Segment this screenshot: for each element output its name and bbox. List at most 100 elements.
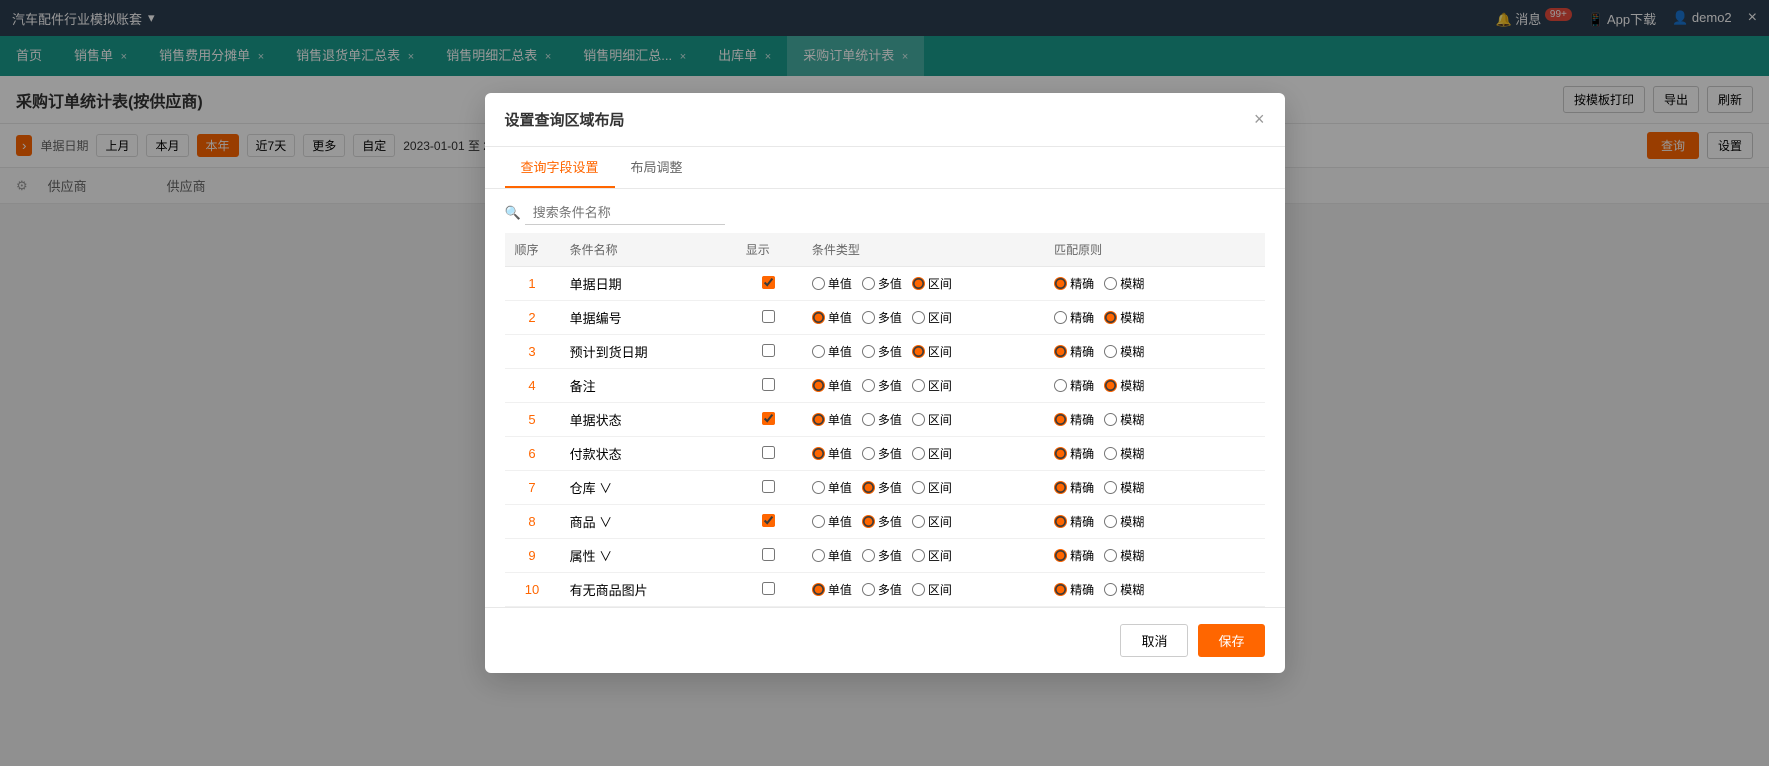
type-radio-label[interactable]: 多值 [862, 377, 902, 394]
type-radio-label[interactable]: 区间 [912, 377, 952, 394]
display-checkbox[interactable] [762, 276, 775, 289]
type-radio-label[interactable]: 区间 [912, 309, 952, 326]
type-radio-label[interactable]: 单值 [812, 445, 852, 462]
match-radio[interactable] [1104, 277, 1117, 290]
match-radio-label[interactable]: 模糊 [1104, 411, 1144, 428]
type-radio[interactable] [812, 549, 825, 562]
type-radio-label[interactable]: 区间 [912, 411, 952, 428]
type-radio[interactable] [812, 413, 825, 426]
type-radio[interactable] [812, 583, 825, 596]
match-radio-label[interactable]: 精确 [1054, 445, 1094, 462]
match-radio[interactable] [1054, 379, 1067, 392]
type-radio-label[interactable]: 多值 [862, 411, 902, 428]
match-radio[interactable] [1054, 583, 1067, 596]
tab-layout-adjust[interactable]: 布局调整 [615, 147, 699, 188]
display-checkbox[interactable] [762, 378, 775, 391]
match-radio-label[interactable]: 模糊 [1104, 513, 1144, 530]
match-radio-label[interactable]: 精确 [1054, 581, 1094, 598]
type-radio-label[interactable]: 区间 [912, 581, 952, 598]
type-radio[interactable] [862, 311, 875, 324]
type-radio[interactable] [912, 345, 925, 358]
type-radio-label[interactable]: 区间 [912, 445, 952, 462]
match-radio-label[interactable]: 模糊 [1104, 479, 1144, 496]
display-checkbox[interactable] [762, 310, 775, 323]
type-radio[interactable] [862, 413, 875, 426]
type-radio[interactable] [912, 515, 925, 528]
type-radio[interactable] [812, 379, 825, 392]
match-radio[interactable] [1054, 549, 1067, 562]
type-radio[interactable] [862, 515, 875, 528]
type-radio[interactable] [812, 515, 825, 528]
match-radio-label[interactable]: 模糊 [1104, 343, 1144, 360]
match-radio[interactable] [1104, 413, 1117, 426]
match-radio-label[interactable]: 精确 [1054, 479, 1094, 496]
match-radio[interactable] [1104, 379, 1117, 392]
type-radio[interactable] [912, 379, 925, 392]
match-radio-label[interactable]: 精确 [1054, 275, 1094, 292]
type-radio[interactable] [912, 481, 925, 494]
type-radio-label[interactable]: 区间 [912, 513, 952, 530]
match-radio[interactable] [1054, 447, 1067, 460]
match-radio-label[interactable]: 精确 [1054, 411, 1094, 428]
match-radio[interactable] [1054, 413, 1067, 426]
match-radio-label[interactable]: 精确 [1054, 547, 1094, 564]
type-radio-label[interactable]: 区间 [912, 547, 952, 564]
type-radio-label[interactable]: 单值 [812, 377, 852, 394]
type-radio[interactable] [912, 413, 925, 426]
display-checkbox[interactable] [762, 446, 775, 459]
type-radio[interactable] [862, 583, 875, 596]
type-radio-label[interactable]: 区间 [912, 479, 952, 496]
display-checkbox[interactable] [762, 514, 775, 527]
match-radio-label[interactable]: 模糊 [1104, 377, 1144, 394]
cancel-btn[interactable]: 取消 [1120, 624, 1188, 657]
type-radio-label[interactable]: 单值 [812, 581, 852, 598]
match-radio[interactable] [1104, 515, 1117, 528]
type-radio[interactable] [862, 379, 875, 392]
match-radio-label[interactable]: 精确 [1054, 513, 1094, 530]
type-radio[interactable] [812, 481, 825, 494]
modal-close-btn[interactable]: × [1254, 109, 1265, 130]
type-radio[interactable] [862, 345, 875, 358]
match-radio[interactable] [1054, 277, 1067, 290]
display-checkbox[interactable] [762, 412, 775, 425]
match-radio-label[interactable]: 精确 [1054, 377, 1094, 394]
type-radio[interactable] [862, 481, 875, 494]
tab-query-fields[interactable]: 查询字段设置 [505, 147, 615, 188]
type-radio[interactable] [912, 311, 925, 324]
type-radio-label[interactable]: 区间 [912, 275, 952, 292]
match-radio-label[interactable]: 模糊 [1104, 547, 1144, 564]
type-radio[interactable] [862, 277, 875, 290]
display-checkbox[interactable] [762, 548, 775, 561]
type-radio-label[interactable]: 多值 [862, 275, 902, 292]
match-radio[interactable] [1104, 311, 1117, 324]
match-radio-label[interactable]: 模糊 [1104, 445, 1144, 462]
save-btn[interactable]: 保存 [1198, 624, 1264, 657]
match-radio[interactable] [1104, 583, 1117, 596]
type-radio[interactable] [912, 277, 925, 290]
type-radio-label[interactable]: 单值 [812, 479, 852, 496]
type-radio-label[interactable]: 单值 [812, 513, 852, 530]
match-radio-label[interactable]: 精确 [1054, 309, 1094, 326]
type-radio-label[interactable]: 单值 [812, 411, 852, 428]
match-radio[interactable] [1104, 549, 1117, 562]
match-radio-label[interactable]: 精确 [1054, 343, 1094, 360]
match-radio[interactable] [1054, 345, 1067, 358]
type-radio[interactable] [912, 447, 925, 460]
match-radio-label[interactable]: 模糊 [1104, 275, 1144, 292]
match-radio[interactable] [1104, 481, 1117, 494]
display-checkbox[interactable] [762, 582, 775, 595]
match-radio[interactable] [1054, 311, 1067, 324]
type-radio[interactable] [812, 311, 825, 324]
type-radio[interactable] [862, 549, 875, 562]
type-radio-label[interactable]: 多值 [862, 547, 902, 564]
type-radio-label[interactable]: 多值 [862, 513, 902, 530]
type-radio-label[interactable]: 单值 [812, 309, 852, 326]
condition-search-input[interactable] [525, 201, 725, 225]
match-radio-label[interactable]: 模糊 [1104, 309, 1144, 326]
match-radio[interactable] [1104, 447, 1117, 460]
conditions-scroll[interactable]: 1单据日期单值多值区间精确模糊2单据编号单值多值区间精确模糊3预计到货日期单值多… [505, 267, 1265, 607]
type-radio-label[interactable]: 多值 [862, 445, 902, 462]
type-radio[interactable] [862, 447, 875, 460]
type-radio[interactable] [912, 583, 925, 596]
type-radio-label[interactable]: 单值 [812, 343, 852, 360]
